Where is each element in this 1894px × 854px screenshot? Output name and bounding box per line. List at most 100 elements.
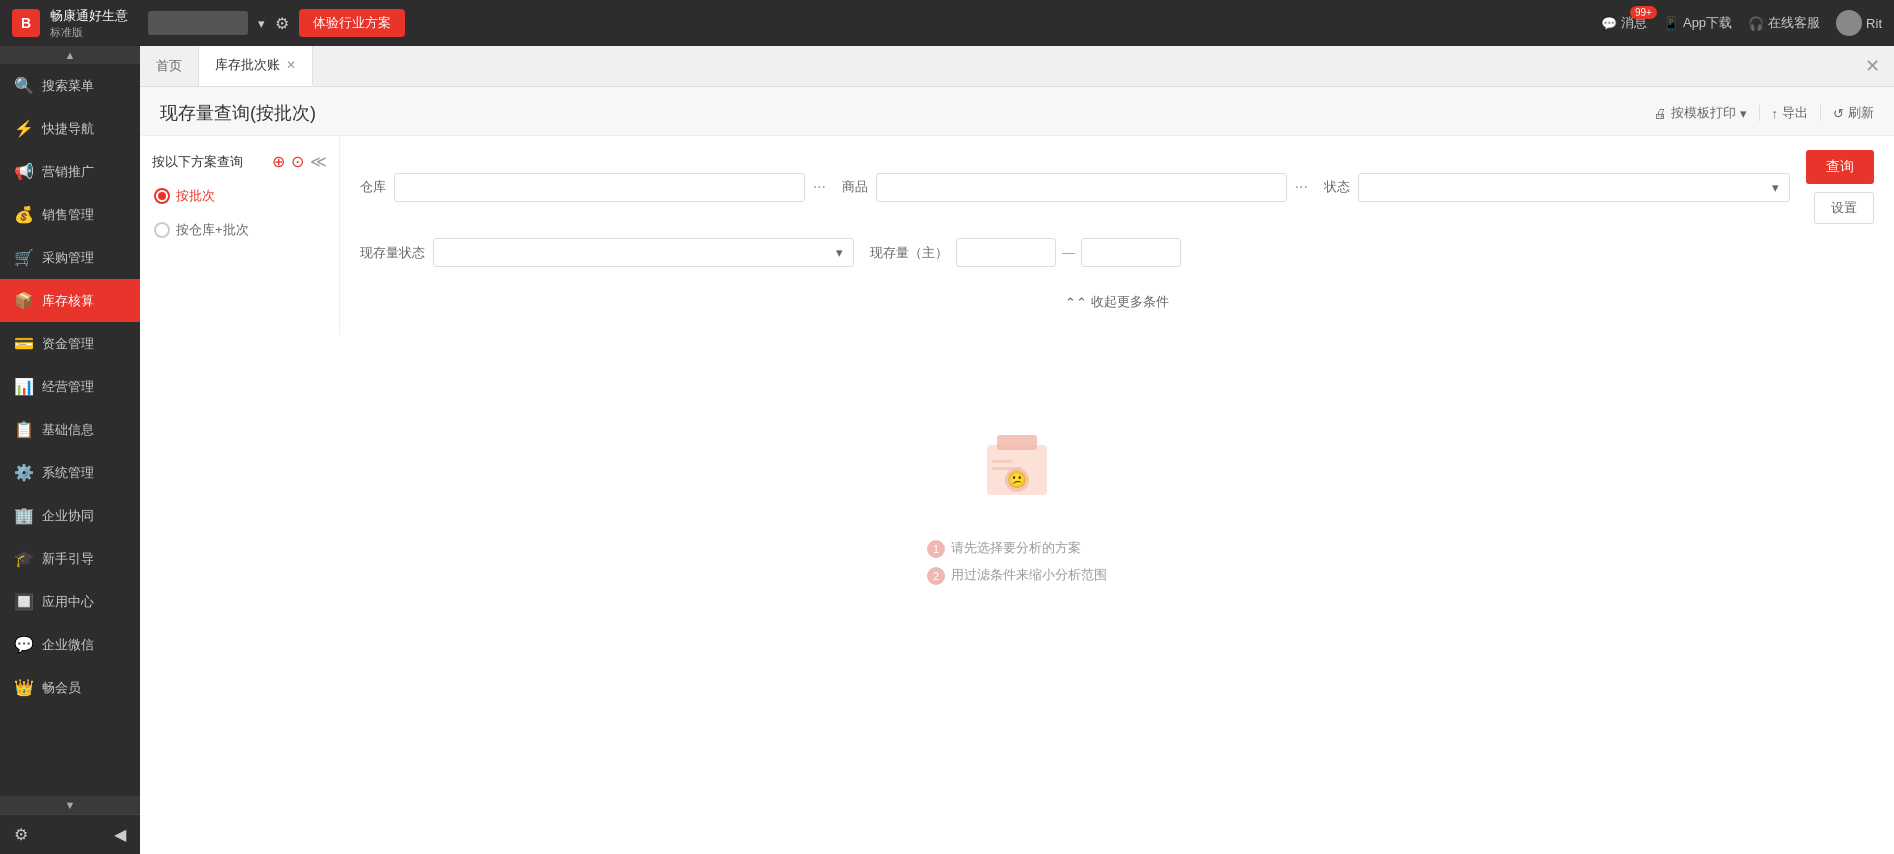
radio-by-batch [154,188,170,204]
filter-fields-panel: 仓库 ··· 商品 ··· 状态 [340,136,1894,335]
search-dropdown-icon[interactable]: ▾ [258,16,265,31]
sidebar-scroll: 🔍 搜索菜单 ⚡ 快捷导航 📢 营销推广 💰 销售管理 🛒 采购管理 📦 [0,64,140,796]
sales-icon: 💰 [14,205,34,224]
apps-icon: 🔲 [14,592,34,611]
newbie-icon: 🎓 [14,549,34,568]
sidebar-label-enterprise: 企业协同 [42,507,94,525]
tip-num-1: 1 [927,540,945,558]
print-button[interactable]: 🖨 按模板打印 ▾ [1654,104,1747,122]
app-logo: B [12,9,40,37]
tab-inventory-batch-label: 库存批次账 [215,56,280,74]
system-icon: ⚙️ [14,463,34,482]
scheme-collapse-icon[interactable]: ≪ [310,152,327,171]
search-bar-placeholder[interactable] [148,11,248,35]
tip-text-1: 请先选择要分析的方案 [951,539,1081,557]
print-dropdown-icon[interactable]: ▾ [1740,106,1747,121]
tip-num-2: 2 [927,567,945,585]
settings-gear-icon[interactable]: ⚙ [275,14,289,33]
filter-scheme-panel: 按以下方案查询 ⊕ ⊙ ≪ 按批次 按仓库+批次 [140,136,340,335]
content-area: 首页 库存批次账 ✕ ✕ 现存量查询(按批次) 🖨 按模板打印 ▾ [140,46,1894,854]
sidebar-item-member[interactable]: 👑 畅会员 [0,666,140,709]
scheme-settings-icon[interactable]: ⊙ [291,152,304,171]
sidebar-label-finance: 资金管理 [42,335,94,353]
messages-button[interactable]: 💬 消息 99+ [1601,14,1647,32]
app-title: 畅康通好生意 [50,7,128,25]
filter-scheme-label: 按以下方案查询 [152,153,243,171]
sidebar-collapse-icon[interactable]: ◀ [114,825,126,844]
goods-filter-group: 商品 ··· [842,173,1308,202]
marketing-icon: 📢 [14,162,34,181]
sidebar-item-enterprise[interactable]: 🏢 企业协同 [0,494,140,537]
empty-tip-2: 2 用过滤条件来缩小分析范围 [927,566,1107,585]
sidebar-item-inventory[interactable]: 📦 库存核算 [0,279,140,322]
global-close-button[interactable]: ✕ [1851,55,1894,77]
sidebar-item-ops[interactable]: 📊 经营管理 [0,365,140,408]
online-service-button[interactable]: 🎧 在线客服 [1748,14,1820,32]
inventory-status-select[interactable]: ▾ [433,238,854,267]
filter-row-2: 现存量状态 ▾ 现存量（主） — [360,238,1874,267]
sidebar-item-quick-nav[interactable]: ⚡ 快捷导航 [0,107,140,150]
goods-input[interactable] [876,173,1287,202]
enterprise-icon: 🏢 [14,506,34,525]
filter-scheme-header: 按以下方案查询 ⊕ ⊙ ≪ [140,148,339,179]
sidebar-item-system[interactable]: ⚙️ 系统管理 [0,451,140,494]
sidebar-item-search[interactable]: 🔍 搜索菜单 [0,64,140,107]
sidebar-item-wechat[interactable]: 💬 企业微信 [0,623,140,666]
sidebar-item-basic[interactable]: 📋 基础信息 [0,408,140,451]
qty-max-input[interactable] [1081,238,1181,267]
app-download-icon: 📱 [1663,16,1679,31]
add-scheme-icon[interactable]: ⊕ [272,152,285,171]
inventory-status-label: 现存量状态 [360,244,425,262]
app-subtitle: 标准版 [50,25,128,40]
query-button[interactable]: 查询 [1806,150,1874,184]
sidebar-item-sales[interactable]: 💰 销售管理 [0,193,140,236]
scheme-item-by-batch[interactable]: 按批次 [140,179,339,213]
qty-dash: — [1062,245,1075,260]
warehouse-dots[interactable]: ··· [813,178,826,196]
svg-rect-1 [997,435,1037,450]
status-filter-group: 状态 ▾ [1324,173,1790,202]
export-button[interactable]: ↑ 导出 [1772,104,1809,122]
goods-dots[interactable]: ··· [1295,178,1308,196]
sidebar-item-apps[interactable]: 🔲 应用中心 [0,580,140,623]
sidebar-item-newbie[interactable]: 🎓 新手引导 [0,537,140,580]
tab-home[interactable]: 首页 [140,47,199,85]
status-label: 状态 [1324,178,1350,196]
scheme-item-by-warehouse-batch[interactable]: 按仓库+批次 [140,213,339,247]
sidebar-item-purchase[interactable]: 🛒 采购管理 [0,236,140,279]
trial-button[interactable]: 体验行业方案 [299,9,405,37]
tab-inventory-batch[interactable]: 库存批次账 ✕ [199,46,313,86]
refresh-label: 刷新 [1848,104,1874,122]
settings-button[interactable]: 设置 [1814,192,1874,224]
print-icon: 🖨 [1654,106,1667,121]
main-layout: ▲ 🔍 搜索菜单 ⚡ 快捷导航 📢 营销推广 💰 销售管理 🛒 采购管理 [0,46,1894,854]
refresh-button[interactable]: ↺ 刷新 [1833,104,1874,122]
warehouse-input[interactable] [394,173,805,202]
collapse-filters-btn[interactable]: ⌃⌃ 收起更多条件 [1065,287,1169,317]
finance-icon: 💳 [14,334,34,353]
sidebar-scroll-down[interactable]: ▼ [0,796,140,814]
sidebar-label-system: 系统管理 [42,464,94,482]
status-select[interactable]: ▾ [1358,173,1790,202]
svg-text:😕: 😕 [1007,470,1027,489]
app-download-button[interactable]: 📱 App下载 [1663,14,1732,32]
sidebar-scroll-up[interactable]: ▲ [0,46,140,64]
sidebar-item-finance[interactable]: 💳 资金管理 [0,322,140,365]
qty-min-input[interactable] [956,238,1056,267]
empty-tips: 1 请先选择要分析的方案 2 用过滤条件来缩小分析范围 [927,539,1107,585]
sidebar-settings-icon[interactable]: ⚙ [14,825,28,844]
sidebar-label-purchase: 采购管理 [42,249,94,267]
wechat-icon: 💬 [14,635,34,654]
filter-row-1: 仓库 ··· 商品 ··· 状态 [360,150,1874,224]
user-avatar-area[interactable]: Rit [1836,10,1882,36]
inventory-status-dropdown-icon: ▾ [836,245,843,260]
headset-icon: 🎧 [1748,16,1764,31]
sidebar-bottom: ⚙ ◀ [0,814,140,854]
tab-bar: 首页 库存批次账 ✕ ✕ [140,46,1894,87]
sidebar-label-inventory: 库存核算 [42,292,94,310]
inventory-status-group: 现存量状态 ▾ [360,238,854,267]
sidebar-item-marketing[interactable]: 📢 营销推广 [0,150,140,193]
sidebar: ▲ 🔍 搜索菜单 ⚡ 快捷导航 📢 营销推广 💰 销售管理 🛒 采购管理 [0,46,140,854]
tab-close-icon[interactable]: ✕ [286,58,296,72]
app-info: 畅康通好生意 标准版 [50,7,128,40]
